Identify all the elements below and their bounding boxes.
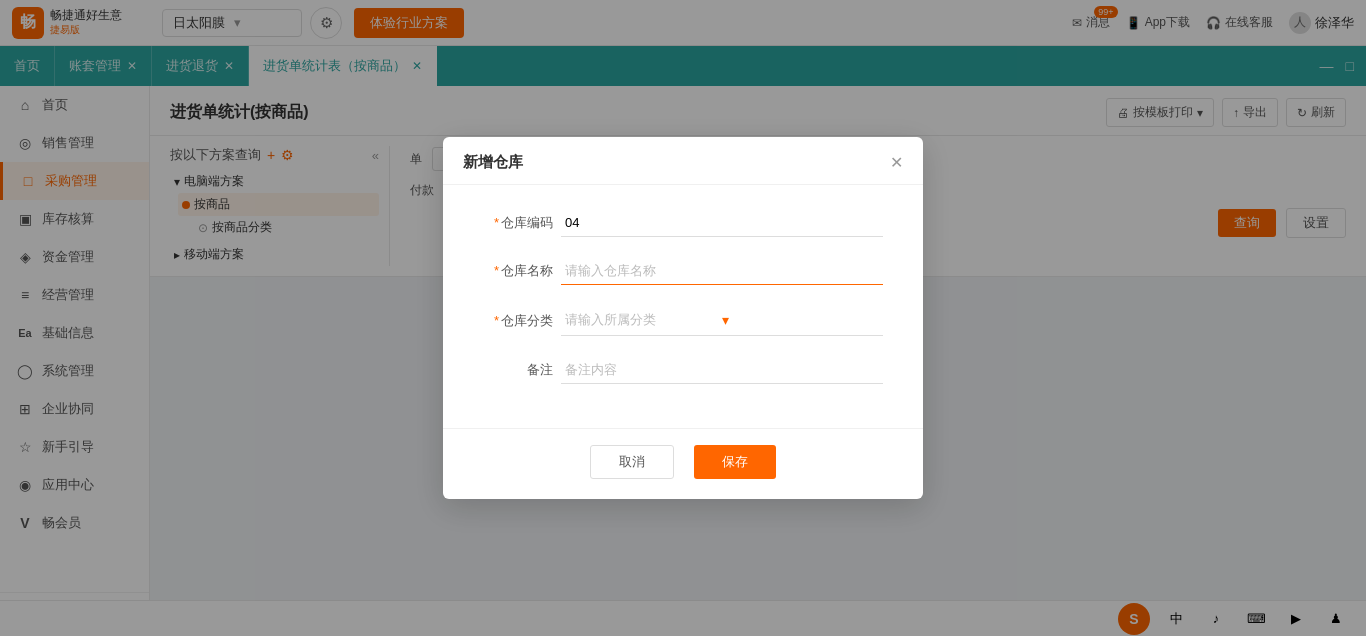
form-row-code: *仓库编码 <box>483 209 883 237</box>
category-placeholder: 请输入所属分类 <box>565 311 722 329</box>
modal-add-warehouse: 新增仓库 ✕ *仓库编码 *仓库名称 *仓库分类 <box>443 137 923 499</box>
modal-close-button[interactable]: ✕ <box>890 153 903 172</box>
form-row-remark: 备注 <box>483 356 883 384</box>
modal-overlay: 新增仓库 ✕ *仓库编码 *仓库名称 *仓库分类 <box>0 0 1366 636</box>
code-input[interactable] <box>561 209 883 237</box>
name-input[interactable] <box>561 257 883 285</box>
modal-title: 新增仓库 <box>463 153 523 172</box>
form-row-category: *仓库分类 请输入所属分类 ▾ <box>483 305 883 336</box>
modal-body: *仓库编码 *仓库名称 *仓库分类 请输入所属分类 ▾ <box>443 185 923 428</box>
save-button[interactable]: 保存 <box>694 445 776 479</box>
modal-header: 新增仓库 ✕ <box>443 137 923 185</box>
remark-label: 备注 <box>483 361 553 379</box>
category-select[interactable]: 请输入所属分类 ▾ <box>561 305 883 336</box>
code-label: *仓库编码 <box>483 214 553 232</box>
category-arrow-icon: ▾ <box>722 312 879 328</box>
form-row-name: *仓库名称 <box>483 257 883 285</box>
remark-input[interactable] <box>561 356 883 384</box>
modal-footer: 取消 保存 <box>443 428 923 499</box>
cancel-button[interactable]: 取消 <box>590 445 674 479</box>
category-label: *仓库分类 <box>483 312 553 330</box>
name-label: *仓库名称 <box>483 262 553 280</box>
